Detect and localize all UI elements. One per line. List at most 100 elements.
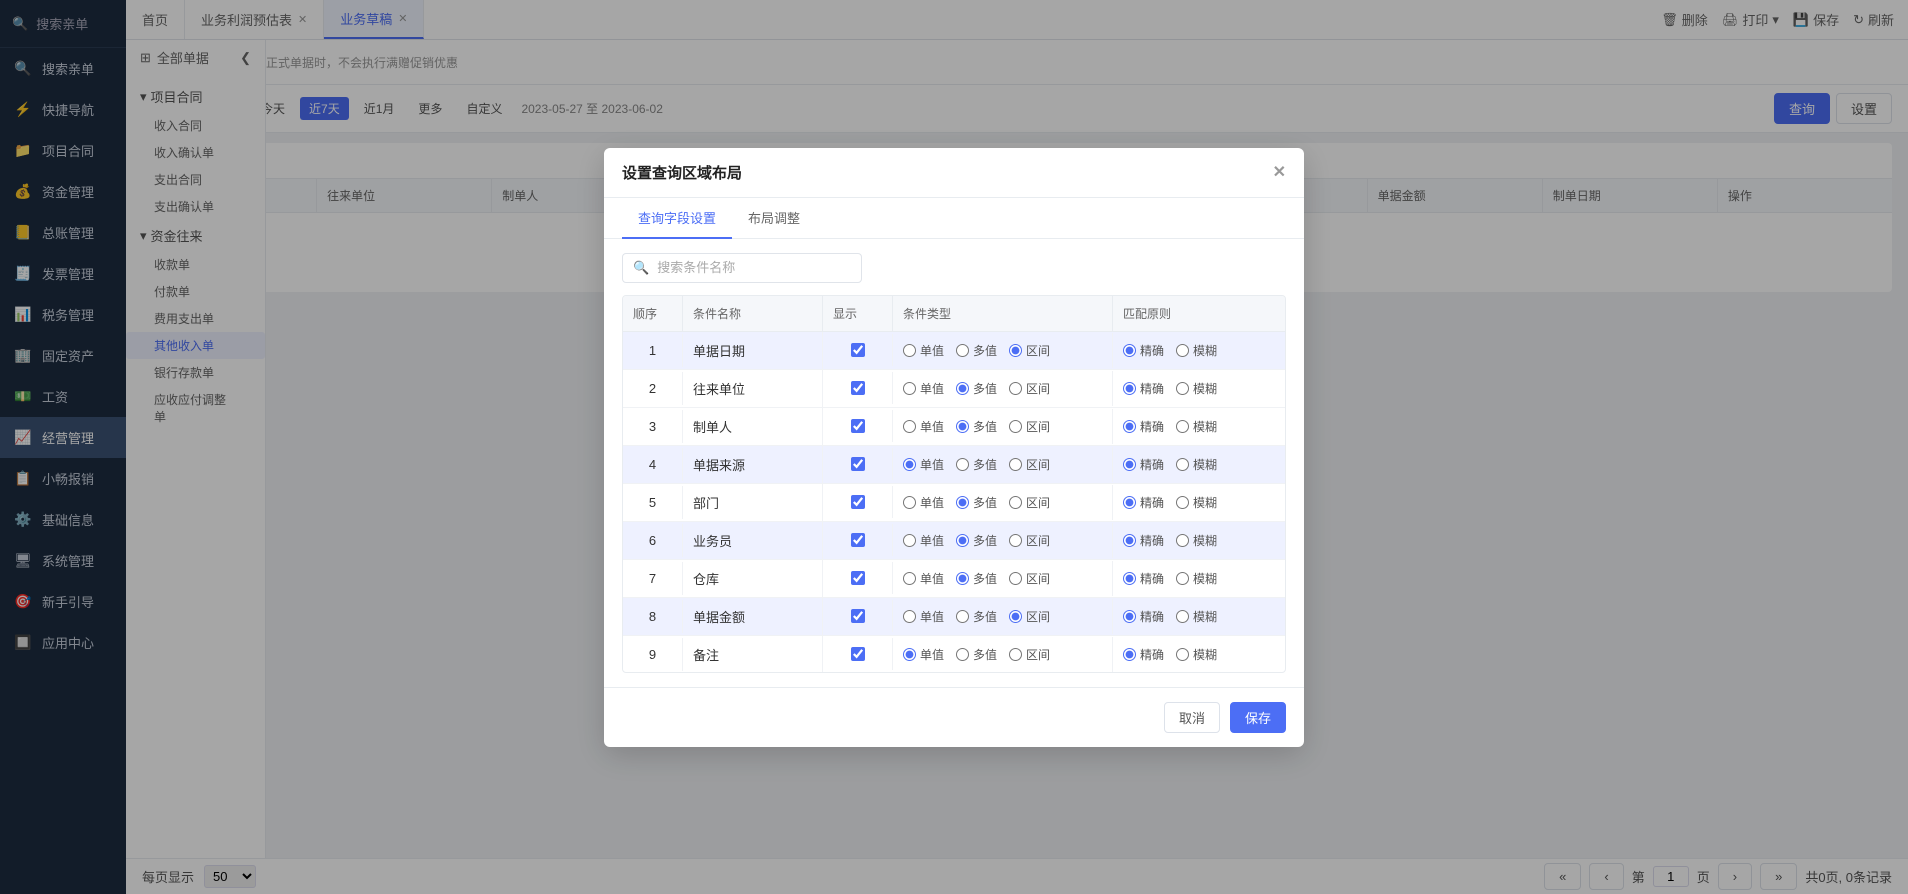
cond-radio-label-1-0[interactable]: 单值 [903, 380, 944, 397]
cancel-button[interactable]: 取消 [1164, 702, 1220, 733]
match-radio-2-1[interactable] [1176, 420, 1189, 433]
cond-radio-2-1[interactable] [956, 420, 969, 433]
match-radio-8-0[interactable] [1123, 648, 1136, 661]
cond-radio-0-1[interactable] [956, 344, 969, 357]
cond-radio-0-0[interactable] [903, 344, 916, 357]
cond-radio-3-0[interactable] [903, 458, 916, 471]
match-radio-label-0-0[interactable]: 精确 [1123, 342, 1164, 359]
modal-overlay[interactable]: 设置查询区域布局 ✕ 查询字段设置布局调整 🔍 顺序条件名称显示条件类型匹配原则… [0, 0, 1908, 894]
cond-radio-5-2[interactable] [1009, 534, 1022, 547]
cond-radio-2-0[interactable] [903, 420, 916, 433]
match-radio-label-0-1[interactable]: 模糊 [1176, 342, 1217, 359]
match-radio-label-8-0[interactable]: 精确 [1123, 646, 1164, 663]
cond-radio-label-2-0[interactable]: 单值 [903, 418, 944, 435]
cond-radio-label-0-0[interactable]: 单值 [903, 342, 944, 359]
cond-radio-label-3-2[interactable]: 区间 [1009, 456, 1050, 473]
cond-radio-label-6-0[interactable]: 单值 [903, 570, 944, 587]
match-radio-label-7-0[interactable]: 精确 [1123, 608, 1164, 625]
match-radio-5-1[interactable] [1176, 534, 1189, 547]
cond-radio-7-2[interactable] [1009, 610, 1022, 623]
cond-radio-5-0[interactable] [903, 534, 916, 547]
match-radio-6-0[interactable] [1123, 572, 1136, 585]
cond-radio-label-2-2[interactable]: 区间 [1009, 418, 1050, 435]
cond-radio-1-0[interactable] [903, 382, 916, 395]
show-checkbox-7[interactable] [851, 609, 865, 623]
match-radio-4-0[interactable] [1123, 496, 1136, 509]
cond-radio-3-2[interactable] [1009, 458, 1022, 471]
match-radio-7-0[interactable] [1123, 610, 1136, 623]
match-radio-1-0[interactable] [1123, 382, 1136, 395]
cond-radio-6-0[interactable] [903, 572, 916, 585]
cond-radio-7-1[interactable] [956, 610, 969, 623]
cond-radio-label-5-1[interactable]: 多值 [956, 532, 997, 549]
condition-search-input[interactable] [657, 260, 851, 275]
match-radio-label-4-1[interactable]: 模糊 [1176, 494, 1217, 511]
match-radio-3-1[interactable] [1176, 458, 1189, 471]
match-radio-0-0[interactable] [1123, 344, 1136, 357]
cond-radio-label-2-1[interactable]: 多值 [956, 418, 997, 435]
modal-save-button[interactable]: 保存 [1230, 702, 1286, 733]
cond-radio-label-4-0[interactable]: 单值 [903, 494, 944, 511]
cond-radio-6-2[interactable] [1009, 572, 1022, 585]
cond-radio-7-0[interactable] [903, 610, 916, 623]
cond-radio-label-0-1[interactable]: 多值 [956, 342, 997, 359]
cond-radio-label-6-1[interactable]: 多值 [956, 570, 997, 587]
cond-radio-5-1[interactable] [956, 534, 969, 547]
cond-radio-8-2[interactable] [1009, 648, 1022, 661]
cond-radio-label-7-2[interactable]: 区间 [1009, 608, 1050, 625]
show-checkbox-1[interactable] [851, 381, 865, 395]
match-radio-label-1-1[interactable]: 模糊 [1176, 380, 1217, 397]
cond-radio-label-8-2[interactable]: 区间 [1009, 646, 1050, 663]
match-radio-label-4-0[interactable]: 精确 [1123, 494, 1164, 511]
cond-radio-2-2[interactable] [1009, 420, 1022, 433]
cond-radio-label-1-1[interactable]: 多值 [956, 380, 997, 397]
modal-tab-布局调整[interactable]: 布局调整 [732, 198, 816, 239]
cond-radio-1-2[interactable] [1009, 382, 1022, 395]
cond-radio-label-8-1[interactable]: 多值 [956, 646, 997, 663]
match-radio-5-0[interactable] [1123, 534, 1136, 547]
show-checkbox-6[interactable] [851, 571, 865, 585]
show-checkbox-3[interactable] [851, 457, 865, 471]
match-radio-label-1-0[interactable]: 精确 [1123, 380, 1164, 397]
match-radio-label-6-0[interactable]: 精确 [1123, 570, 1164, 587]
match-radio-4-1[interactable] [1176, 496, 1189, 509]
cond-radio-label-8-0[interactable]: 单值 [903, 646, 944, 663]
cond-radio-label-4-1[interactable]: 多值 [956, 494, 997, 511]
modal-close-button[interactable]: ✕ [1273, 162, 1286, 182]
show-checkbox-8[interactable] [851, 647, 865, 661]
cond-radio-4-1[interactable] [956, 496, 969, 509]
match-radio-8-1[interactable] [1176, 648, 1189, 661]
match-radio-7-1[interactable] [1176, 610, 1189, 623]
cond-radio-label-0-2[interactable]: 区间 [1009, 342, 1050, 359]
cond-radio-3-1[interactable] [956, 458, 969, 471]
match-radio-0-1[interactable] [1176, 344, 1189, 357]
match-radio-label-3-0[interactable]: 精确 [1123, 456, 1164, 473]
match-radio-6-1[interactable] [1176, 572, 1189, 585]
show-checkbox-5[interactable] [851, 533, 865, 547]
match-radio-label-5-0[interactable]: 精确 [1123, 532, 1164, 549]
match-radio-1-1[interactable] [1176, 382, 1189, 395]
cond-radio-4-2[interactable] [1009, 496, 1022, 509]
match-radio-label-7-1[interactable]: 模糊 [1176, 608, 1217, 625]
cond-radio-4-0[interactable] [903, 496, 916, 509]
match-radio-2-0[interactable] [1123, 420, 1136, 433]
cond-radio-label-1-2[interactable]: 区间 [1009, 380, 1050, 397]
modal-tab-查询字段设置[interactable]: 查询字段设置 [622, 198, 732, 239]
match-radio-label-6-1[interactable]: 模糊 [1176, 570, 1217, 587]
show-checkbox-2[interactable] [851, 419, 865, 433]
cond-radio-0-2[interactable] [1009, 344, 1022, 357]
show-checkbox-4[interactable] [851, 495, 865, 509]
cond-radio-label-5-2[interactable]: 区间 [1009, 532, 1050, 549]
cond-radio-8-0[interactable] [903, 648, 916, 661]
match-radio-label-8-1[interactable]: 模糊 [1176, 646, 1217, 663]
cond-radio-1-1[interactable] [956, 382, 969, 395]
cond-radio-label-3-1[interactable]: 多值 [956, 456, 997, 473]
cond-radio-label-7-1[interactable]: 多值 [956, 608, 997, 625]
cond-radio-8-1[interactable] [956, 648, 969, 661]
cond-radio-label-3-0[interactable]: 单值 [903, 456, 944, 473]
cond-radio-label-4-2[interactable]: 区间 [1009, 494, 1050, 511]
cond-radio-label-7-0[interactable]: 单值 [903, 608, 944, 625]
match-radio-label-2-0[interactable]: 精确 [1123, 418, 1164, 435]
show-checkbox-0[interactable] [851, 343, 865, 357]
match-radio-label-2-1[interactable]: 模糊 [1176, 418, 1217, 435]
